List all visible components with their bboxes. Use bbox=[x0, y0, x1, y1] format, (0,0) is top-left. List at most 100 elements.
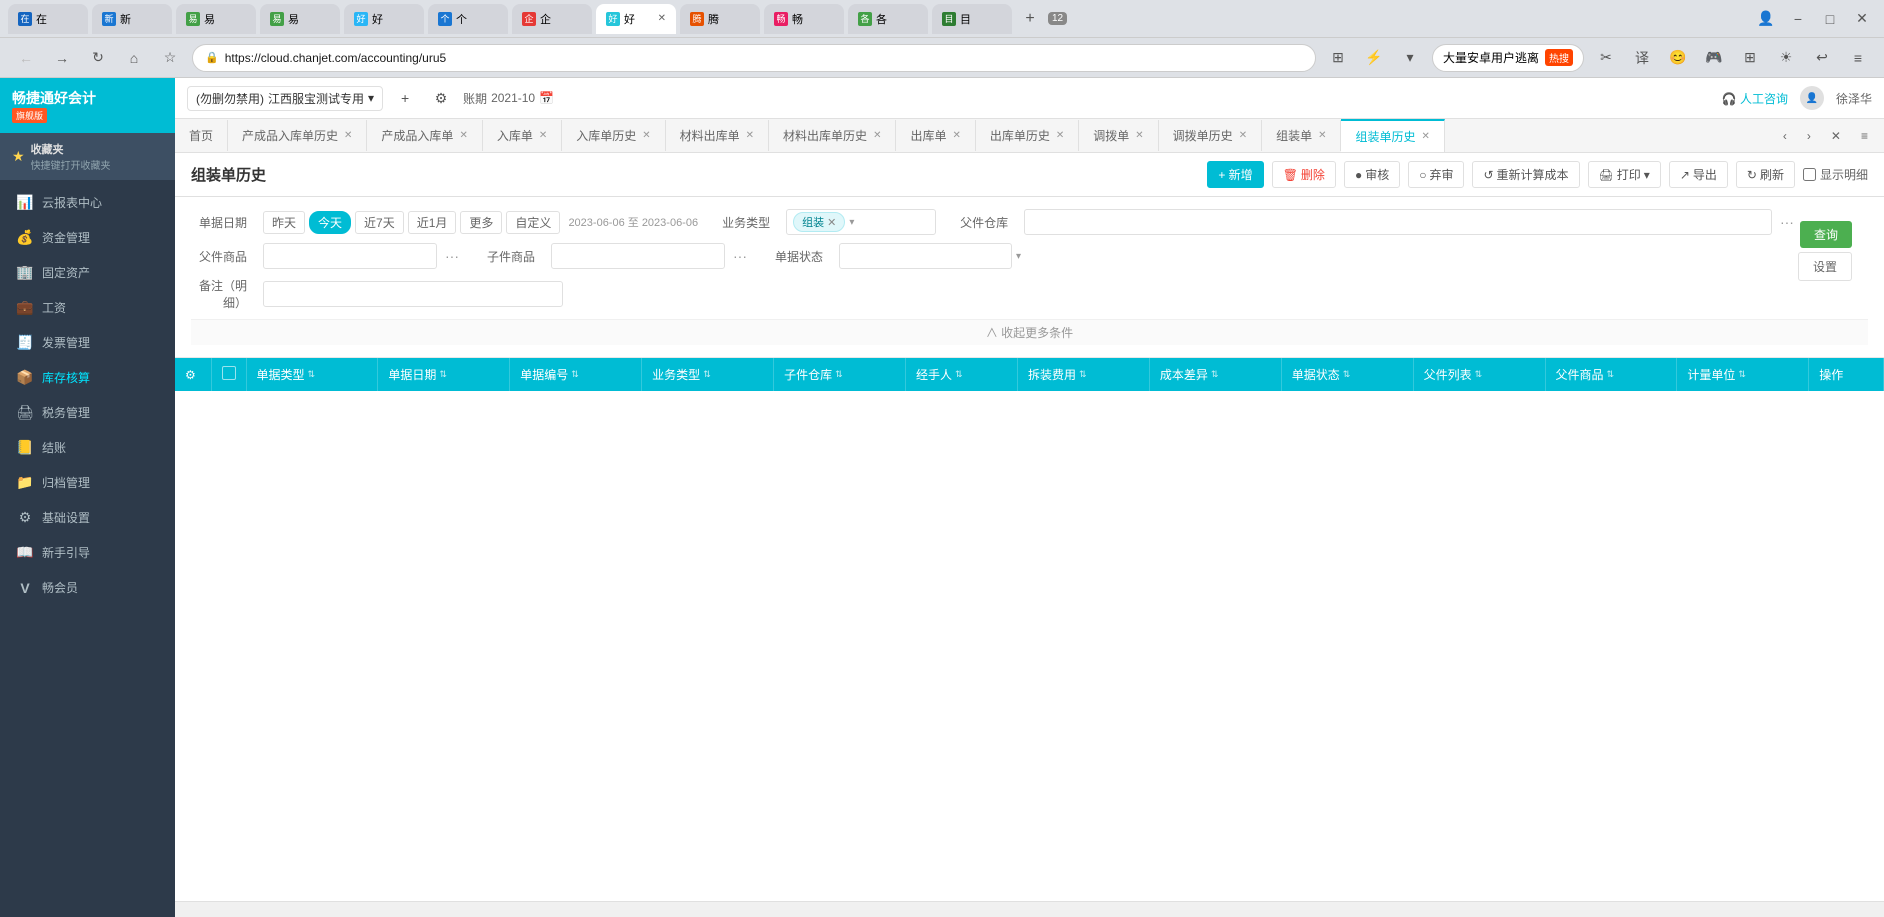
delete-btn[interactable]: 🗑 删除 bbox=[1272, 161, 1336, 188]
export-btn[interactable]: ↗ 导出 bbox=[1669, 161, 1728, 188]
refresh-btn[interactable]: ↻ 刷新 bbox=[1736, 161, 1795, 188]
th-check[interactable] bbox=[211, 358, 246, 391]
th-settings[interactable]: ⚙ bbox=[175, 358, 211, 391]
tab-4-close[interactable]: ✕ bbox=[642, 130, 650, 141]
th-cost-diff[interactable]: 成本差异 ⇅ bbox=[1149, 358, 1281, 391]
date-custom-btn[interactable]: 自定义 bbox=[506, 211, 560, 234]
game-icon[interactable]: 🎮 bbox=[1700, 44, 1728, 72]
tab-2-close[interactable]: ✕ bbox=[459, 130, 467, 141]
apps-icon[interactable]: ⊞ bbox=[1736, 44, 1764, 72]
tab-scroll-left[interactable]: ‹ bbox=[1775, 125, 1795, 147]
tab-9-close[interactable]: ✕ bbox=[1135, 130, 1143, 141]
parent-goods-ellipsis[interactable]: ··· bbox=[441, 248, 463, 264]
sidebar-bookmark[interactable]: ★ 收藏夹 快捷键打开收藏夹 bbox=[0, 133, 175, 181]
company-selector[interactable]: (勿删勿禁用) 江西服宝测试专用 ▾ bbox=[187, 86, 383, 111]
page-tab-11[interactable]: 组装单 ✕ bbox=[1262, 120, 1341, 151]
browser-tab-3[interactable]: 易 易 bbox=[176, 4, 256, 34]
page-tab-9[interactable]: 调拨单 ✕ bbox=[1079, 120, 1158, 151]
parent-goods-input[interactable] bbox=[263, 243, 437, 269]
date-7days-btn[interactable]: 近7天 bbox=[355, 211, 404, 234]
translate-icon[interactable]: 译 bbox=[1628, 44, 1656, 72]
url-bar[interactable]: 🔒 https://cloud.chanjet.com/accounting/u… bbox=[192, 44, 1316, 72]
remark-input[interactable] bbox=[263, 281, 563, 307]
dropdown-btn[interactable]: ▾ bbox=[1396, 44, 1424, 72]
tab-scroll-right[interactable]: › bbox=[1799, 125, 1819, 147]
collapse-bar[interactable]: ∧ 收起更多条件 bbox=[191, 319, 1868, 345]
th-doc-no[interactable]: 单据编号 ⇅ bbox=[510, 358, 642, 391]
tab-close-current[interactable]: ✕ bbox=[1823, 125, 1849, 147]
sidebar-item-invoice[interactable]: 🧾 发票管理 bbox=[0, 325, 175, 360]
page-tab-12[interactable]: 组装单历史 ✕ bbox=[1341, 119, 1444, 152]
browser-tab-11[interactable]: 各 各 bbox=[848, 4, 928, 34]
browser-tab-1[interactable]: 在 在 bbox=[8, 4, 88, 34]
tab-more-options[interactable]: ≡ bbox=[1853, 125, 1876, 147]
sidebar-item-reports[interactable]: 📊 云报表中心 bbox=[0, 185, 175, 220]
browser-tab-12[interactable]: 目 目 bbox=[932, 4, 1012, 34]
query-btn[interactable]: 查询 bbox=[1800, 221, 1852, 248]
add-company-btn[interactable]: + bbox=[391, 84, 419, 112]
refresh-nav-btn[interactable]: ↻ bbox=[84, 44, 112, 72]
page-tab-6[interactable]: 材料出库单历史 ✕ bbox=[769, 120, 896, 151]
sidebar-item-tax[interactable]: 🖨 税务管理 bbox=[0, 395, 175, 430]
child-goods-input[interactable] bbox=[551, 243, 725, 269]
biz-type-tag-remove[interactable]: ✕ bbox=[827, 216, 836, 229]
menu-icon[interactable]: ≡ bbox=[1844, 44, 1872, 72]
parent-warehouse-ellipsis[interactable]: ··· bbox=[1776, 214, 1798, 230]
lightning-icon[interactable]: ⚡ bbox=[1360, 44, 1388, 72]
page-tab-home[interactable]: 首页 bbox=[175, 120, 228, 151]
recalc-btn[interactable]: ↺ 重新计算成本 bbox=[1472, 161, 1579, 188]
page-tab-5[interactable]: 材料出库单 ✕ bbox=[666, 120, 769, 151]
sidebar-item-close[interactable]: 📒 结账 bbox=[0, 430, 175, 465]
th-parent-list[interactable]: 父件列表 ⇅ bbox=[1413, 358, 1545, 391]
parent-warehouse-input[interactable] bbox=[1024, 209, 1772, 235]
profile-icon[interactable]: 👤 bbox=[1752, 5, 1780, 33]
search-area[interactable]: 大量安卓用户逃离 热搜 bbox=[1432, 44, 1584, 72]
browser-tab-8[interactable]: 好 好 ✕ bbox=[596, 4, 676, 34]
new-btn[interactable]: + 新增 bbox=[1207, 161, 1263, 188]
home-btn[interactable]: ⌂ bbox=[120, 44, 148, 72]
page-tab-3[interactable]: 入库单 ✕ bbox=[483, 120, 562, 151]
page-tab-8[interactable]: 出库单历史 ✕ bbox=[976, 120, 1079, 151]
abandon-btn[interactable]: ○ 弃审 bbox=[1408, 161, 1464, 188]
date-more-btn[interactable]: 更多 bbox=[460, 211, 502, 234]
back-btn[interactable]: ← bbox=[12, 44, 40, 72]
page-tab-2[interactable]: 产成品入库单 ✕ bbox=[367, 120, 482, 151]
settings-cog-btn[interactable]: ⚙ bbox=[427, 84, 455, 112]
tab-6-close[interactable]: ✕ bbox=[873, 130, 881, 141]
audit-btn[interactable]: ● 审核 bbox=[1344, 161, 1400, 188]
show-detail-checkbox[interactable]: 显示明细 bbox=[1803, 166, 1868, 183]
sidebar-item-assets[interactable]: 🏢 固定资产 bbox=[0, 255, 175, 290]
biz-type-dropdown[interactable]: ▾ bbox=[849, 217, 854, 228]
maximize-btn[interactable]: □ bbox=[1816, 5, 1844, 33]
th-parent-goods[interactable]: 父件商品 ⇅ bbox=[1545, 358, 1677, 391]
tab-7-close[interactable]: ✕ bbox=[952, 130, 960, 141]
page-tab-10[interactable]: 调拨单历史 ✕ bbox=[1159, 120, 1262, 151]
service-link[interactable]: 🎧 人工咨询 bbox=[1722, 90, 1788, 107]
scissors-icon[interactable]: ✂ bbox=[1592, 44, 1620, 72]
sidebar-item-archive[interactable]: 📁 归档管理 bbox=[0, 465, 175, 500]
undo-icon[interactable]: ↩ bbox=[1808, 44, 1836, 72]
tab-3-close[interactable]: ✕ bbox=[539, 130, 547, 141]
th-doc-type[interactable]: 单据类型 ⇅ bbox=[246, 358, 378, 391]
browser-tab-9[interactable]: 腾 腾 bbox=[680, 4, 760, 34]
bottom-scrollbar[interactable] bbox=[175, 901, 1884, 917]
close-btn[interactable]: ✕ bbox=[1848, 5, 1876, 33]
th-doc-date[interactable]: 单据日期 ⇅ bbox=[378, 358, 510, 391]
show-detail-input[interactable] bbox=[1803, 168, 1816, 181]
minimize-btn[interactable]: − bbox=[1784, 5, 1812, 33]
date-today-btn[interactable]: 今天 bbox=[309, 211, 351, 234]
page-tab-4[interactable]: 入库单历史 ✕ bbox=[562, 120, 665, 151]
status-input[interactable] bbox=[839, 243, 1012, 269]
tab-10-close[interactable]: ✕ bbox=[1239, 130, 1247, 141]
tab-8-close[interactable]: ✕ bbox=[1056, 130, 1064, 141]
sidebar-item-inventory[interactable]: 📦 库存核算 bbox=[0, 360, 175, 395]
sidebar-item-vip[interactable]: V 畅会员 bbox=[0, 570, 175, 605]
tab-12-close[interactable]: ✕ bbox=[1422, 131, 1430, 142]
date-yesterday-btn[interactable]: 昨天 bbox=[263, 211, 305, 234]
sidebar-item-funds[interactable]: 💰 资金管理 bbox=[0, 220, 175, 255]
th-unit[interactable]: 计量单位 ⇅ bbox=[1677, 358, 1809, 391]
forward-btn[interactable]: → bbox=[48, 44, 76, 72]
child-goods-ellipsis[interactable]: ··· bbox=[729, 248, 751, 264]
browser-tab-6[interactable]: 个 个 bbox=[428, 4, 508, 34]
sun-icon[interactable]: ☀ bbox=[1772, 44, 1800, 72]
